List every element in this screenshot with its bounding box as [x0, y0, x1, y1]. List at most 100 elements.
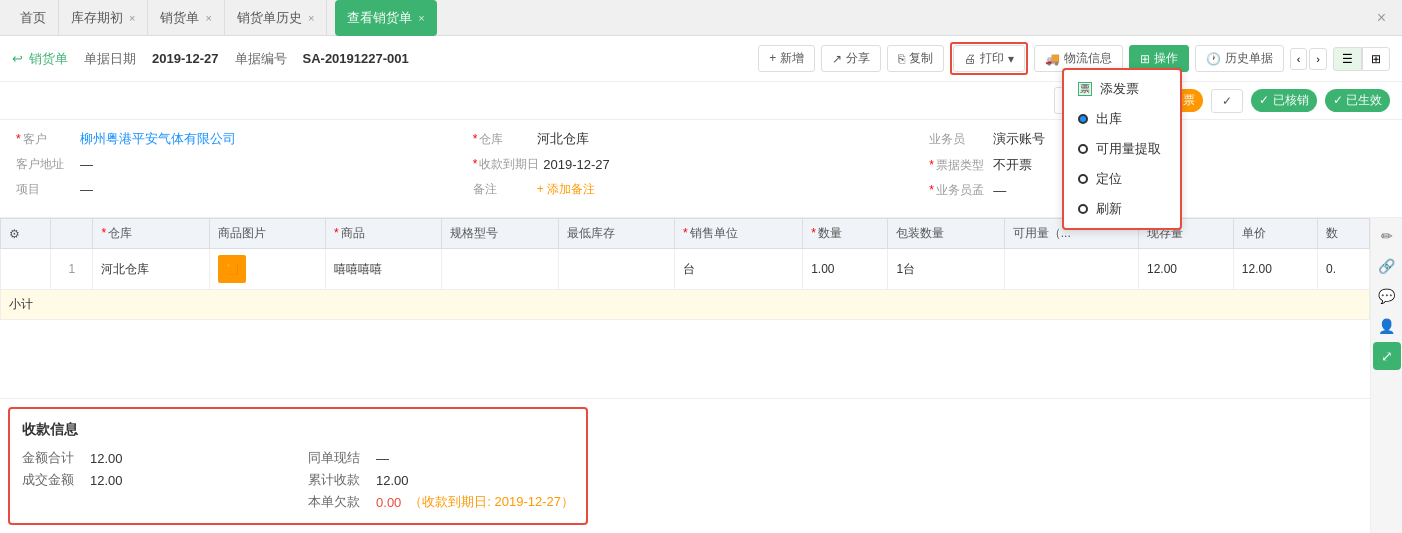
- col-min-stock: 最低库存: [558, 219, 674, 249]
- tab-close-sales[interactable]: ×: [205, 12, 211, 24]
- address-value: —: [80, 157, 93, 172]
- already-effect-badge: ✓ 已生效: [1325, 89, 1390, 112]
- col-spec: 规格型号: [442, 219, 558, 249]
- same-order-value: —: [376, 451, 389, 466]
- salesperson2-label: 业务员孟: [929, 182, 989, 199]
- cell-img: 🟧: [209, 249, 325, 290]
- tab-sales-history[interactable]: 销货单历史 ×: [225, 0, 327, 36]
- next-button[interactable]: ›: [1309, 48, 1327, 70]
- total-amount-label: 金额合计: [22, 449, 82, 467]
- cell-rownum: 1: [51, 249, 93, 290]
- print-button[interactable]: 🖨 打印 ▾: [953, 45, 1025, 72]
- dropdown-locate[interactable]: 定位: [1064, 164, 1180, 194]
- prev-button[interactable]: ‹: [1290, 48, 1308, 70]
- history-button[interactable]: 🕐 历史单据: [1195, 45, 1284, 72]
- content-area: ⚙ 仓库 商品图片 商品 规格型号 最低库存 销售单位 数量 包装数量 可用量（…: [0, 218, 1402, 533]
- col-warehouse: 仓库: [93, 219, 209, 249]
- cell-more: 0.: [1317, 249, 1369, 290]
- customer-value[interactable]: 柳州粤港平安气体有限公司: [80, 130, 236, 148]
- table-row: 1 河北仓库 🟧 嘻嘻嘻嘻 台 1.00 1台: [1, 249, 1370, 290]
- print-dropdown-arrow: ▾: [1008, 52, 1014, 66]
- col-rownum: [51, 219, 93, 249]
- col-product: 商品: [326, 219, 442, 249]
- outbound-dot-icon: [1078, 114, 1088, 124]
- refresh-dot-icon: [1078, 204, 1088, 214]
- logistics-icon: 🚚: [1045, 52, 1060, 66]
- project-row: 项目 —: [16, 181, 473, 198]
- cell-min-stock: [558, 249, 674, 290]
- tab-close-inventory[interactable]: ×: [129, 12, 135, 24]
- due-date-row: 收款到期日 2019-12-27: [473, 156, 930, 173]
- cell-pack-qty: 1台: [888, 249, 1004, 290]
- tab-inventory-init[interactable]: 库存期初 ×: [59, 0, 148, 36]
- tab-close-view-sales[interactable]: ×: [418, 12, 424, 24]
- current-due-label: 本单欠款: [308, 493, 368, 511]
- locate-dot-icon: [1078, 174, 1088, 184]
- product-image: 🟧: [218, 255, 246, 283]
- warehouse-value: 河北仓库: [537, 130, 589, 148]
- print-icon: 🖨: [964, 52, 976, 66]
- total-amount-value: 12.00: [90, 451, 123, 466]
- project-label: 项目: [16, 181, 76, 198]
- doc-toolbar2: 📱 来自手机 未开票 ✓ ✓ 已核销 ✓ 已生效: [0, 82, 1402, 120]
- doc-meta: 单据日期 2019-12-27 单据编号 SA-20191227-001: [84, 50, 409, 68]
- dropdown-available-qty[interactable]: 可用量提取: [1064, 134, 1180, 164]
- customer-label: 客户: [16, 131, 76, 148]
- project-value: —: [80, 182, 93, 197]
- due-date-label: 收款到期日: [473, 156, 540, 173]
- address-label: 客户地址: [16, 156, 76, 173]
- note-label: 备注: [473, 181, 533, 198]
- tab-sales-order[interactable]: 销货单 ×: [148, 0, 224, 36]
- tab-close-history[interactable]: ×: [308, 12, 314, 24]
- col-gear[interactable]: ⚙: [1, 219, 51, 249]
- date-value: 2019-12-27: [152, 51, 219, 66]
- date-label: 单据日期: [84, 50, 136, 68]
- number-value: SA-20191227-001: [303, 51, 409, 66]
- add-note-button[interactable]: + 添加备注: [537, 181, 595, 198]
- user-icon[interactable]: 👤: [1373, 312, 1401, 340]
- view-grid-button[interactable]: ⊞: [1362, 47, 1390, 71]
- copy-button[interactable]: ⎘ 复制: [887, 45, 944, 72]
- cumulative-row: 累计收款 12.00: [308, 471, 574, 489]
- transaction-row: 成交金额 12.00: [22, 471, 288, 489]
- tab-home[interactable]: 首页: [8, 0, 59, 36]
- dropdown-outbound[interactable]: 出库: [1064, 104, 1180, 134]
- expand-icon[interactable]: ⤢: [1373, 342, 1401, 370]
- salesperson2-value: —: [993, 183, 1006, 198]
- new-button[interactable]: + 新增: [758, 45, 814, 72]
- window-close-button[interactable]: ×: [1369, 9, 1394, 27]
- edit-icon[interactable]: ✏: [1373, 222, 1401, 250]
- cumulative-value: 12.00: [376, 473, 409, 488]
- same-order-label: 同单现结: [308, 449, 368, 467]
- warehouse-row: 仓库 河北仓库: [473, 130, 930, 148]
- form-col-2: 仓库 河北仓库 收款到期日 2019-12-27 备注 + 添加备注: [473, 130, 930, 207]
- share-button[interactable]: ↗ 分享: [821, 45, 881, 72]
- chat-icon[interactable]: 💬: [1373, 282, 1401, 310]
- table-and-payment: ⚙ 仓库 商品图片 商品 规格型号 最低库存 销售单位 数量 包装数量 可用量（…: [0, 218, 1370, 533]
- cell-sales-unit: 台: [674, 249, 802, 290]
- already-voided-badge: ✓ 已核销: [1251, 89, 1316, 112]
- table-container[interactable]: ⚙ 仓库 商品图片 商品 规格型号 最低库存 销售单位 数量 包装数量 可用量（…: [0, 218, 1370, 398]
- cell-product: 嘻嘻嘻嘻: [326, 249, 442, 290]
- col-pack-qty: 包装数量: [888, 219, 1004, 249]
- check-button[interactable]: ✓: [1211, 89, 1243, 113]
- form-section: 客户 柳州粤港平安气体有限公司 客户地址 — 项目 — 仓库 河北仓库 收款到期…: [0, 120, 1402, 218]
- current-due-row: 本单欠款 0.00 （收款到期日: 2019-12-27）: [308, 493, 574, 511]
- subtotal-label: 小计: [1, 290, 1370, 320]
- col-unit-price: 单价: [1233, 219, 1317, 249]
- view-toggle: ☰ ⊞: [1333, 47, 1390, 71]
- salesperson-value: 演示账号: [993, 130, 1045, 148]
- dropdown-refresh[interactable]: 刷新: [1064, 194, 1180, 224]
- cell-current-stock: 12.00: [1139, 249, 1234, 290]
- view-list-button[interactable]: ☰: [1333, 47, 1362, 71]
- link-icon[interactable]: 🔗: [1373, 252, 1401, 280]
- same-order-row: 同单现结 —: [308, 449, 574, 467]
- customer-row: 客户 柳州粤港平安气体有限公司: [16, 130, 473, 148]
- main-content: ↩ 销货单 单据日期 2019-12-27 单据编号 SA-20191227-0…: [0, 36, 1402, 533]
- doc-toolbar: ↩ 销货单 单据日期 2019-12-27 单据编号 SA-20191227-0…: [0, 36, 1402, 82]
- tab-view-sales[interactable]: 查看销货单 ×: [335, 0, 436, 36]
- current-due-value: 0.00: [376, 495, 401, 510]
- dropdown-add-invoice[interactable]: 票 添发票: [1064, 74, 1180, 104]
- number-label: 单据编号: [235, 50, 287, 68]
- doc-title: ↩ 销货单: [12, 50, 68, 68]
